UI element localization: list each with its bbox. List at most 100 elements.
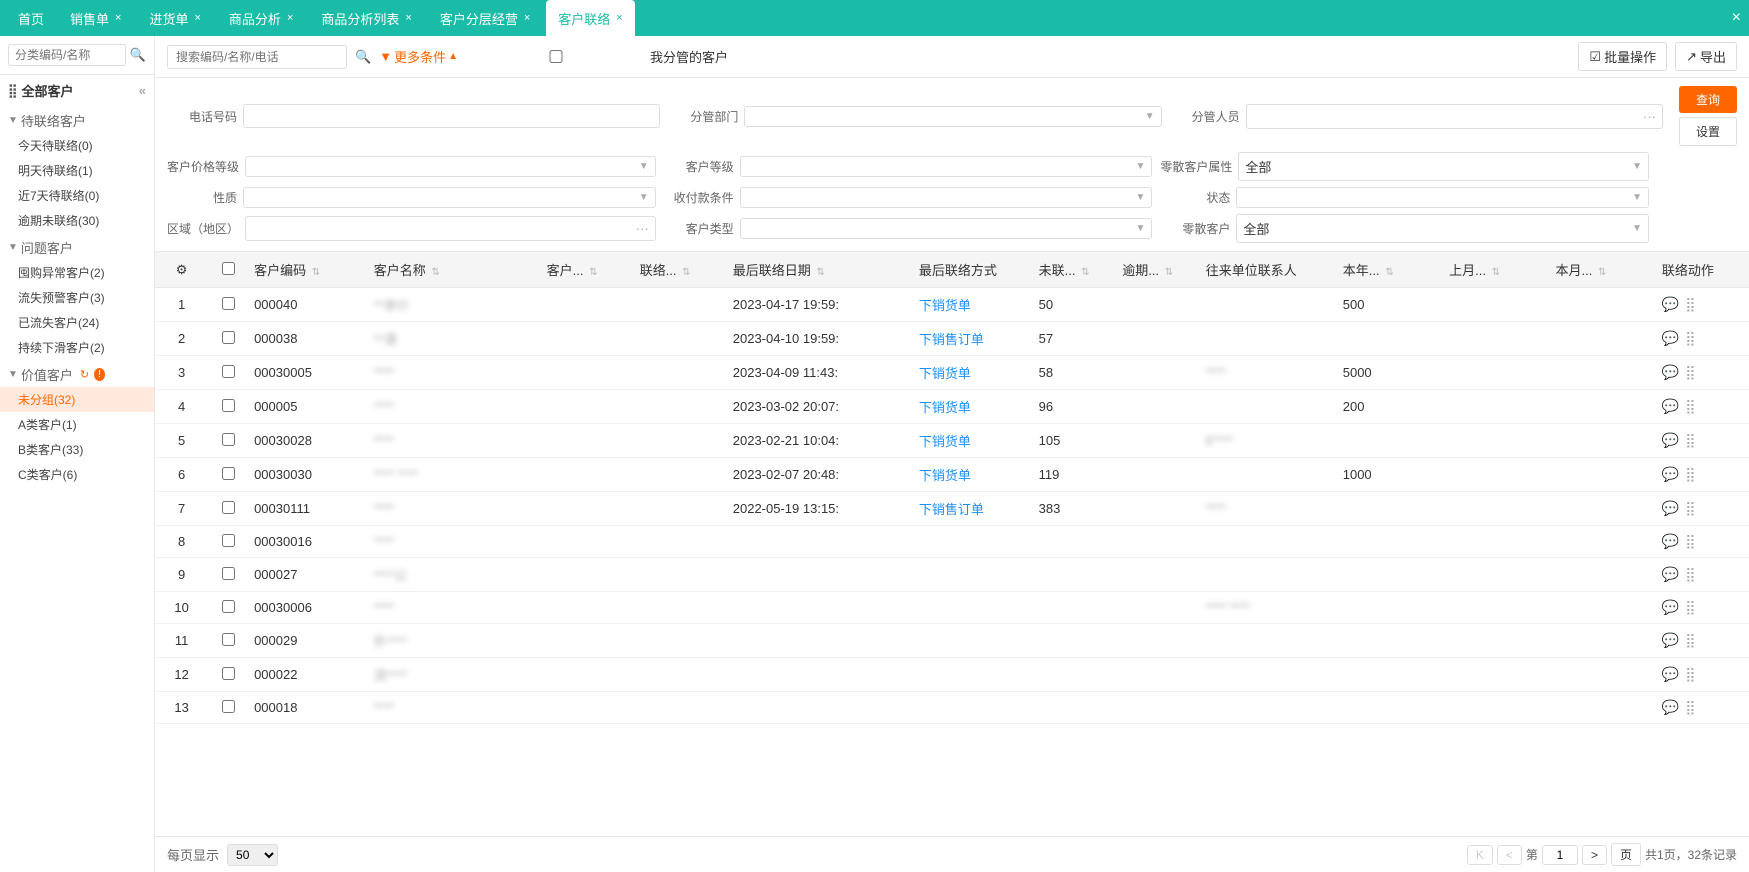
row-checkbox[interactable] xyxy=(222,297,235,310)
window-close-btn[interactable]: × xyxy=(1732,9,1741,27)
filter-status-select[interactable]: ▼ xyxy=(1236,187,1649,208)
nav-tab-product-analysis[interactable]: 商品分析 × xyxy=(217,0,305,36)
row-checkbox[interactable] xyxy=(222,700,235,713)
last-page-btn[interactable]: 页 xyxy=(1611,843,1641,866)
chat-action-icon[interactable]: 💬 xyxy=(1662,500,1679,517)
last-way-link[interactable]: 下销货单 xyxy=(919,468,971,483)
grid-action-icon[interactable]: ⣿ xyxy=(1685,666,1695,683)
close-product-analysis-tab[interactable]: × xyxy=(287,12,293,24)
sidebar-group-problem[interactable]: ▼ 问题客户 xyxy=(0,233,154,260)
last-way-link[interactable]: 下销货单 xyxy=(919,366,971,381)
select-all-checkbox[interactable] xyxy=(222,262,235,275)
my-customers-checkbox[interactable] xyxy=(466,50,646,63)
sidebar-item-declining[interactable]: 持续下滑客户(2) xyxy=(0,335,154,360)
sort-type-icon[interactable]: ⇅ xyxy=(589,267,597,278)
row-checkbox[interactable] xyxy=(222,467,235,480)
sort-thismonth-icon[interactable]: ⇅ xyxy=(1598,267,1606,278)
sidebar-item-lost[interactable]: 已流失客户(24) xyxy=(0,310,154,335)
row-checkbox[interactable] xyxy=(222,600,235,613)
grid-action-icon[interactable]: ⣿ xyxy=(1685,500,1695,517)
row-checkbox[interactable] xyxy=(222,633,235,646)
nav-tab-customer-tier[interactable]: 客户分层经营 × xyxy=(428,0,542,36)
last-way-link[interactable]: 下销售订单 xyxy=(919,332,984,347)
row-checkbox[interactable] xyxy=(222,433,235,446)
nav-tab-sales[interactable]: 销售单 × xyxy=(58,0,133,36)
sort-thisyear-icon[interactable]: ⇅ xyxy=(1385,267,1393,278)
row-checkbox[interactable] xyxy=(222,365,235,378)
close-product-list-tab[interactable]: × xyxy=(405,12,411,24)
grid-action-icon[interactable]: ⣿ xyxy=(1685,330,1695,347)
filter-payment-select[interactable]: ▼ xyxy=(740,187,1153,208)
grid-action-icon[interactable]: ⣿ xyxy=(1685,432,1695,449)
last-way-link[interactable]: 下销售订单 xyxy=(919,502,984,517)
refresh-icon[interactable]: ↻ xyxy=(80,368,89,381)
nav-tab-purchase[interactable]: 进货单 × xyxy=(137,0,212,36)
close-purchase-tab[interactable]: × xyxy=(194,12,200,24)
row-checkbox[interactable] xyxy=(222,567,235,580)
chat-action-icon[interactable]: 💬 xyxy=(1662,330,1679,347)
filter-dept-select[interactable]: ▼ xyxy=(744,106,1161,127)
page-number-input[interactable] xyxy=(1542,845,1578,865)
last-way-link[interactable]: 下销货单 xyxy=(919,298,971,313)
reset-btn[interactable]: 设置 xyxy=(1679,117,1737,146)
sort-name-icon[interactable]: ⇅ xyxy=(431,267,439,278)
sort-unlink-icon[interactable]: ⇅ xyxy=(1081,267,1089,278)
grid-action-icon[interactable]: ⣿ xyxy=(1685,296,1695,313)
filter-customer-level-select[interactable]: ▼ xyxy=(740,156,1153,177)
grid-action-icon[interactable]: ⣿ xyxy=(1685,364,1695,381)
chat-action-icon[interactable]: 💬 xyxy=(1662,632,1679,649)
filter-search-icon[interactable]: 🔍 xyxy=(355,49,371,65)
grid-action-icon[interactable]: ⣿ xyxy=(1685,632,1695,649)
sidebar-item-hoarding[interactable]: 囤购异常客户(2) xyxy=(0,260,154,285)
sidebar-all-customers[interactable]: ⣿ 全部客户 « xyxy=(0,75,154,106)
batch-ops-btn[interactable]: ☑ 批量操作 xyxy=(1578,42,1667,71)
sort-code-icon[interactable]: ⇅ xyxy=(312,267,320,278)
chat-action-icon[interactable]: 💬 xyxy=(1662,566,1679,583)
export-btn[interactable]: ↗ 导出 xyxy=(1675,42,1737,71)
grid-action-icon[interactable]: ⣿ xyxy=(1685,599,1695,616)
row-checkbox[interactable] xyxy=(222,667,235,680)
chat-action-icon[interactable]: 💬 xyxy=(1662,296,1679,313)
sidebar-item-churn-warning[interactable]: 流失预警客户(3) xyxy=(0,285,154,310)
settings-col-header[interactable]: ⚙ xyxy=(155,252,208,288)
filter-region-input[interactable]: ··· xyxy=(245,216,656,241)
filter-scatter-customer-select[interactable]: 全部▼ xyxy=(1236,214,1649,243)
grid-action-icon[interactable]: ⣿ xyxy=(1685,566,1695,583)
sort-contact-icon[interactable]: ⇅ xyxy=(682,267,690,278)
sidebar-item-tomorrow-contact[interactable]: 明天待联络(1) xyxy=(0,158,154,183)
row-checkbox[interactable] xyxy=(222,501,235,514)
prev-page-btn[interactable]: < xyxy=(1497,845,1522,865)
row-checkbox[interactable] xyxy=(222,331,235,344)
sidebar-item-b-class[interactable]: B类客户(33) xyxy=(0,437,154,462)
chat-action-icon[interactable]: 💬 xyxy=(1662,432,1679,449)
chat-action-icon[interactable]: 💬 xyxy=(1662,364,1679,381)
close-sales-tab[interactable]: × xyxy=(115,12,121,24)
chat-action-icon[interactable]: 💬 xyxy=(1662,666,1679,683)
chat-action-icon[interactable]: 💬 xyxy=(1662,699,1679,716)
sidebar-search-input[interactable] xyxy=(8,44,126,66)
filter-scatter-attr-select[interactable]: 全部▼ xyxy=(1238,152,1649,181)
filter-phone-input[interactable] xyxy=(243,104,660,128)
chat-action-icon[interactable]: 💬 xyxy=(1662,398,1679,415)
more-conditions-btn[interactable]: ▼ 更多条件 ▲ xyxy=(379,47,458,66)
page-size-select[interactable]: 50 100 200 xyxy=(227,844,278,866)
filter-customer-type-select[interactable]: ▼ xyxy=(740,218,1153,239)
sidebar-item-overdue-contact[interactable]: 逾期未联络(30) xyxy=(0,208,154,233)
sidebar-item-c-class[interactable]: C类客户(6) xyxy=(0,462,154,487)
grid-action-icon[interactable]: ⣿ xyxy=(1685,699,1695,716)
close-customer-contact-tab[interactable]: × xyxy=(616,12,622,24)
close-customer-tier-tab[interactable]: × xyxy=(524,12,530,24)
last-way-link[interactable]: 下销货单 xyxy=(919,400,971,415)
nav-tab-product-list[interactable]: 商品分析列表 × xyxy=(309,0,423,36)
chat-action-icon[interactable]: 💬 xyxy=(1662,466,1679,483)
sort-lastdate-icon[interactable]: ⇅ xyxy=(816,267,824,278)
row-checkbox[interactable] xyxy=(222,399,235,412)
sort-overdue-icon[interactable]: ⇅ xyxy=(1165,267,1173,278)
grid-action-icon[interactable]: ⣿ xyxy=(1685,533,1695,550)
sidebar-group-pending[interactable]: ▼ 待联络客户 xyxy=(0,106,154,133)
search-input[interactable] xyxy=(167,45,347,69)
last-way-link[interactable]: 下销货单 xyxy=(919,434,971,449)
sidebar-item-today-contact[interactable]: 今天待联络(0) xyxy=(0,133,154,158)
query-btn[interactable]: 查询 xyxy=(1679,86,1737,113)
next-page-btn[interactable]: > xyxy=(1582,845,1607,865)
